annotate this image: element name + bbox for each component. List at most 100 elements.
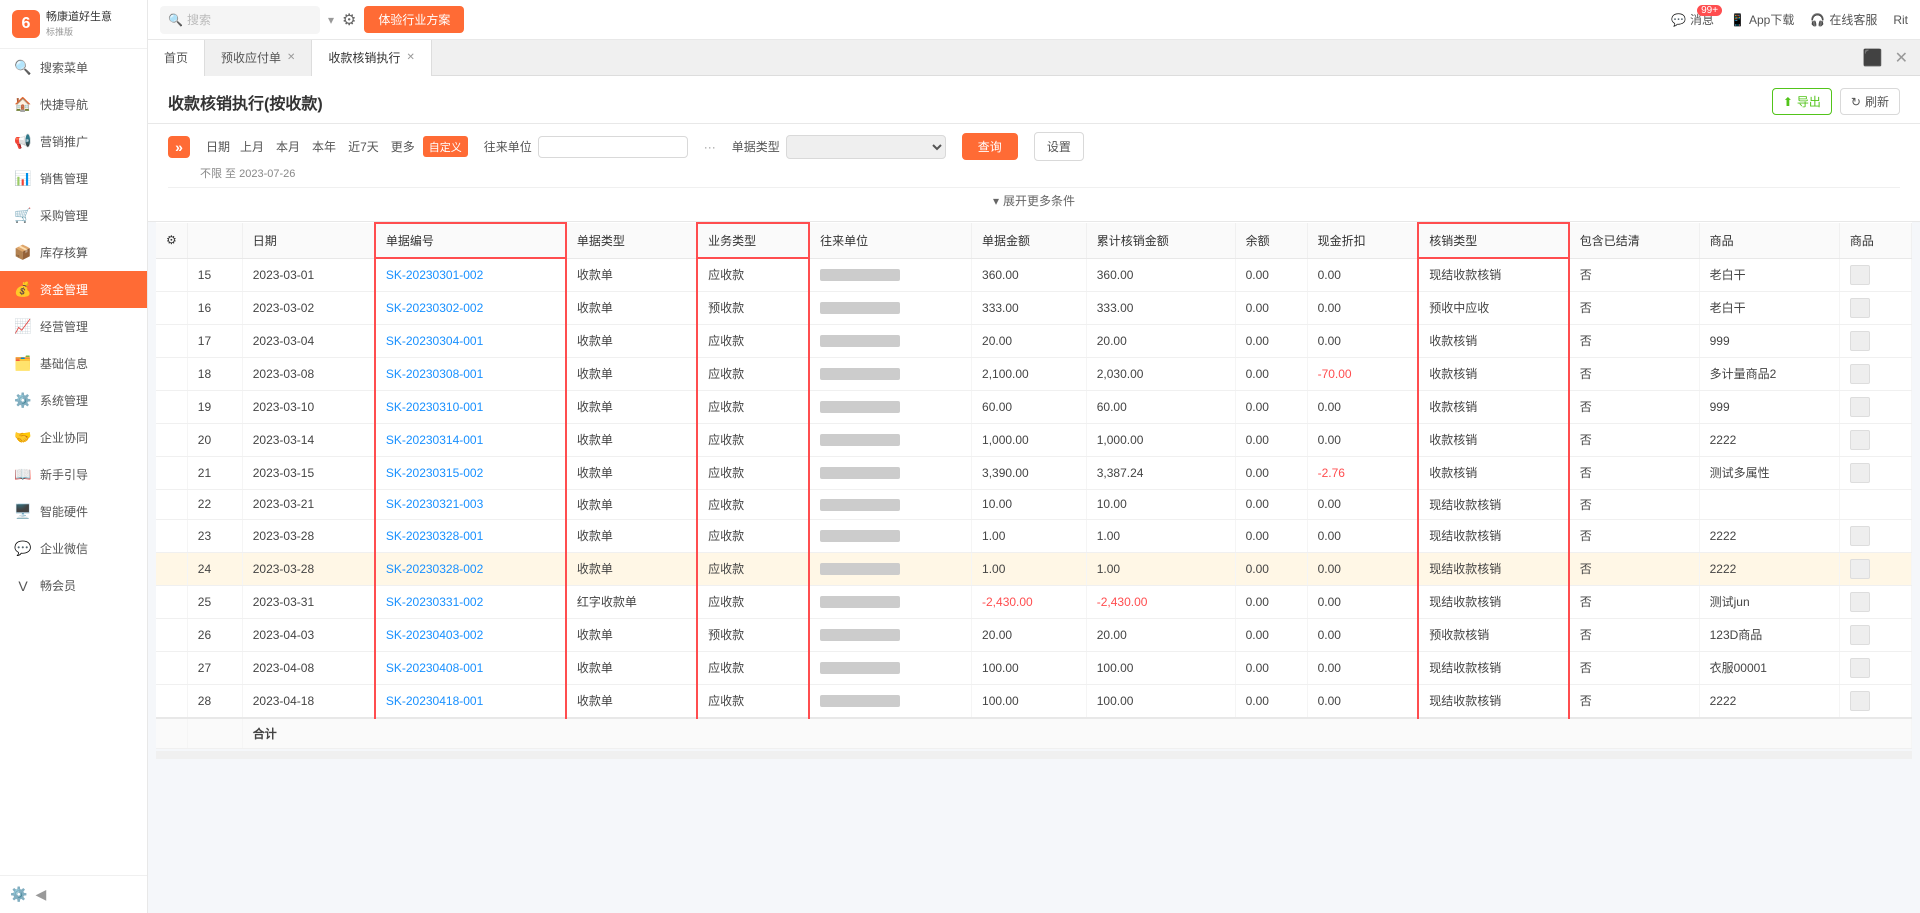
filter-date-this-year[interactable]: 本年 [308,136,340,157]
tab-maximize-icon[interactable]: ⬛ [1859,46,1887,70]
bill-no-link[interactable]: SK-20230304-001 [386,334,483,348]
td-write-off-type: 现结收款核销 [1418,684,1568,718]
sidebar-label-wechat: 企业微信 [40,540,88,557]
collapse-icon[interactable]: ◀ [35,886,46,903]
filter-settings-btn[interactable]: 设置 [1034,132,1084,161]
topbar-app-download[interactable]: 📱 App下载 [1730,11,1794,28]
settings-icon[interactable]: ⚙️ [10,886,27,903]
td-product-thumb [1839,456,1911,489]
td-cash-discount: 0.00 [1307,390,1418,423]
bill-no-link[interactable]: SK-20230418-001 [386,694,483,708]
filter-bill-type-select[interactable] [786,135,946,159]
td-product-thumb [1839,585,1911,618]
td-biz-type: 应收款 [697,357,809,390]
td-cash-discount: 0.00 [1307,423,1418,456]
industry-btn[interactable]: 体验行业方案 [364,6,464,33]
bill-no-link[interactable]: SK-20230331-002 [386,595,483,609]
sidebar-label-search: 搜索菜单 [40,59,88,76]
td-product: 2222 [1699,684,1839,718]
filter-date-7days[interactable]: 近7天 [344,136,383,157]
bill-no-link[interactable]: SK-20230408-001 [386,661,483,675]
sidebar-item-guide[interactable]: 📖新手引导 [0,456,147,493]
filter-toggle[interactable]: » [168,136,190,158]
td-partner [809,519,971,552]
th-settings[interactable]: ⚙ [156,223,187,258]
topbar-dropdown-icon[interactable]: ▾ [328,13,334,27]
bill-no-link[interactable]: SK-20230315-002 [386,466,483,480]
td-partner [809,684,971,718]
tab-prepay-close[interactable]: ✕ [287,52,295,63]
td-cash-discount: 0.00 [1307,258,1418,291]
td-bill-amount: 2,100.00 [972,357,1087,390]
td-cumulative: 20.00 [1086,324,1235,357]
filter-expand[interactable]: ▾ 展开更多条件 [168,187,1900,213]
bill-no-link[interactable]: SK-20230328-002 [386,562,483,576]
bill-no-link[interactable]: SK-20230301-002 [386,268,483,282]
tab-collection-close[interactable]: ✕ [406,52,414,63]
sidebar-item-member[interactable]: V畅会员 [0,567,147,604]
tab-home[interactable]: 首页 [148,40,205,76]
sidebar-item-quicknav[interactable]: 🏠快捷导航 [0,86,147,123]
sidebar-item-search[interactable]: 🔍搜索菜单 [0,49,147,86]
td-bill-no: SK-20230331-002 [375,585,566,618]
query-btn[interactable]: 查询 [962,133,1018,160]
td-settings [156,684,187,718]
td-balance: 0.00 [1235,258,1307,291]
sidebar-icon-member: V [14,578,32,594]
td-date: 2023-04-18 [242,684,375,718]
refresh-btn[interactable]: ↻ 刷新 [1840,88,1900,115]
sidebar-item-ops[interactable]: 📈经营管理 [0,308,147,345]
bill-no-link[interactable]: SK-20230314-001 [386,433,483,447]
topbar-message[interactable]: 💬 消息 99+ [1671,11,1714,28]
sidebar-label-ops: 经营管理 [40,318,88,335]
td-balance: 0.00 [1235,618,1307,651]
bill-no-link[interactable]: SK-20230321-003 [386,497,483,511]
sidebar-item-corp[interactable]: 🤝企业协同 [0,419,147,456]
sidebar-item-purchase[interactable]: 🛒采购管理 [0,197,147,234]
tab-collection[interactable]: 收款核销执行 ✕ [312,40,431,76]
topbar-search[interactable]: 🔍 搜索 [160,6,320,34]
bill-no-link[interactable]: SK-20230308-001 [386,367,483,381]
sidebar-item-base[interactable]: 🗂️基础信息 [0,345,147,382]
td-bill-amount: 10.00 [972,489,1087,519]
td-bill-type: 收款单 [566,258,697,291]
td-include-settled: 否 [1569,291,1699,324]
th-partner: 往来单位 [809,223,971,258]
filter-date-custom[interactable]: 自定义 [423,136,468,157]
sidebar-item-system[interactable]: ⚙️系统管理 [0,382,147,419]
td-row-num: 26 [187,618,242,651]
filter-bill-type-group: 单据类型 [732,135,946,159]
topbar-user[interactable]: Rit [1893,13,1908,27]
horizontal-scrollbar[interactable] [156,751,1912,759]
topbar-service[interactable]: 🎧 在线客服 [1810,11,1877,28]
filter-date-last-month[interactable]: 上月 [236,136,268,157]
td-row-num: 19 [187,390,242,423]
filter-date-this-month[interactable]: 本月 [272,136,304,157]
td-biz-type: 应收款 [697,519,809,552]
app-logo-icon: 6 [12,10,40,38]
table-row: 15 2023-03-01 SK-20230301-002 收款单 应收款 36… [156,258,1912,291]
filter-partner-input[interactable] [538,136,688,158]
topbar-gear-icon[interactable]: ⚙ [342,10,356,30]
bill-no-link[interactable]: SK-20230310-001 [386,400,483,414]
td-write-off-type: 收款核销 [1418,324,1568,357]
bill-no-link[interactable]: SK-20230403-002 [386,628,483,642]
th-row-num [187,223,242,258]
sidebar-item-wechat[interactable]: 💬企业微信 [0,530,147,567]
sidebar-item-hardware[interactable]: 🖥️智能硬件 [0,493,147,530]
td-cash-discount: 0.00 [1307,585,1418,618]
export-btn[interactable]: ⬆ 导出 [1772,88,1832,115]
sidebar-item-sales[interactable]: 📊销售管理 [0,160,147,197]
td-product: 2222 [1699,423,1839,456]
sidebar-item-marketing[interactable]: 📢营销推广 [0,123,147,160]
td-write-off-type: 预收款核销 [1418,618,1568,651]
tab-close-all-icon[interactable]: ✕ [1891,46,1912,70]
bill-no-link[interactable]: SK-20230302-002 [386,301,483,315]
bill-no-link[interactable]: SK-20230328-001 [386,529,483,543]
sidebar-item-finance[interactable]: 💰资金管理 [0,271,147,308]
tab-prepay[interactable]: 预收应付单 ✕ [205,40,312,76]
sidebar-label-purchase: 采购管理 [40,207,88,224]
td-include-settled: 否 [1569,456,1699,489]
filter-date-more[interactable]: 更多 [387,136,419,157]
sidebar-item-inventory[interactable]: 📦库存核算 [0,234,147,271]
